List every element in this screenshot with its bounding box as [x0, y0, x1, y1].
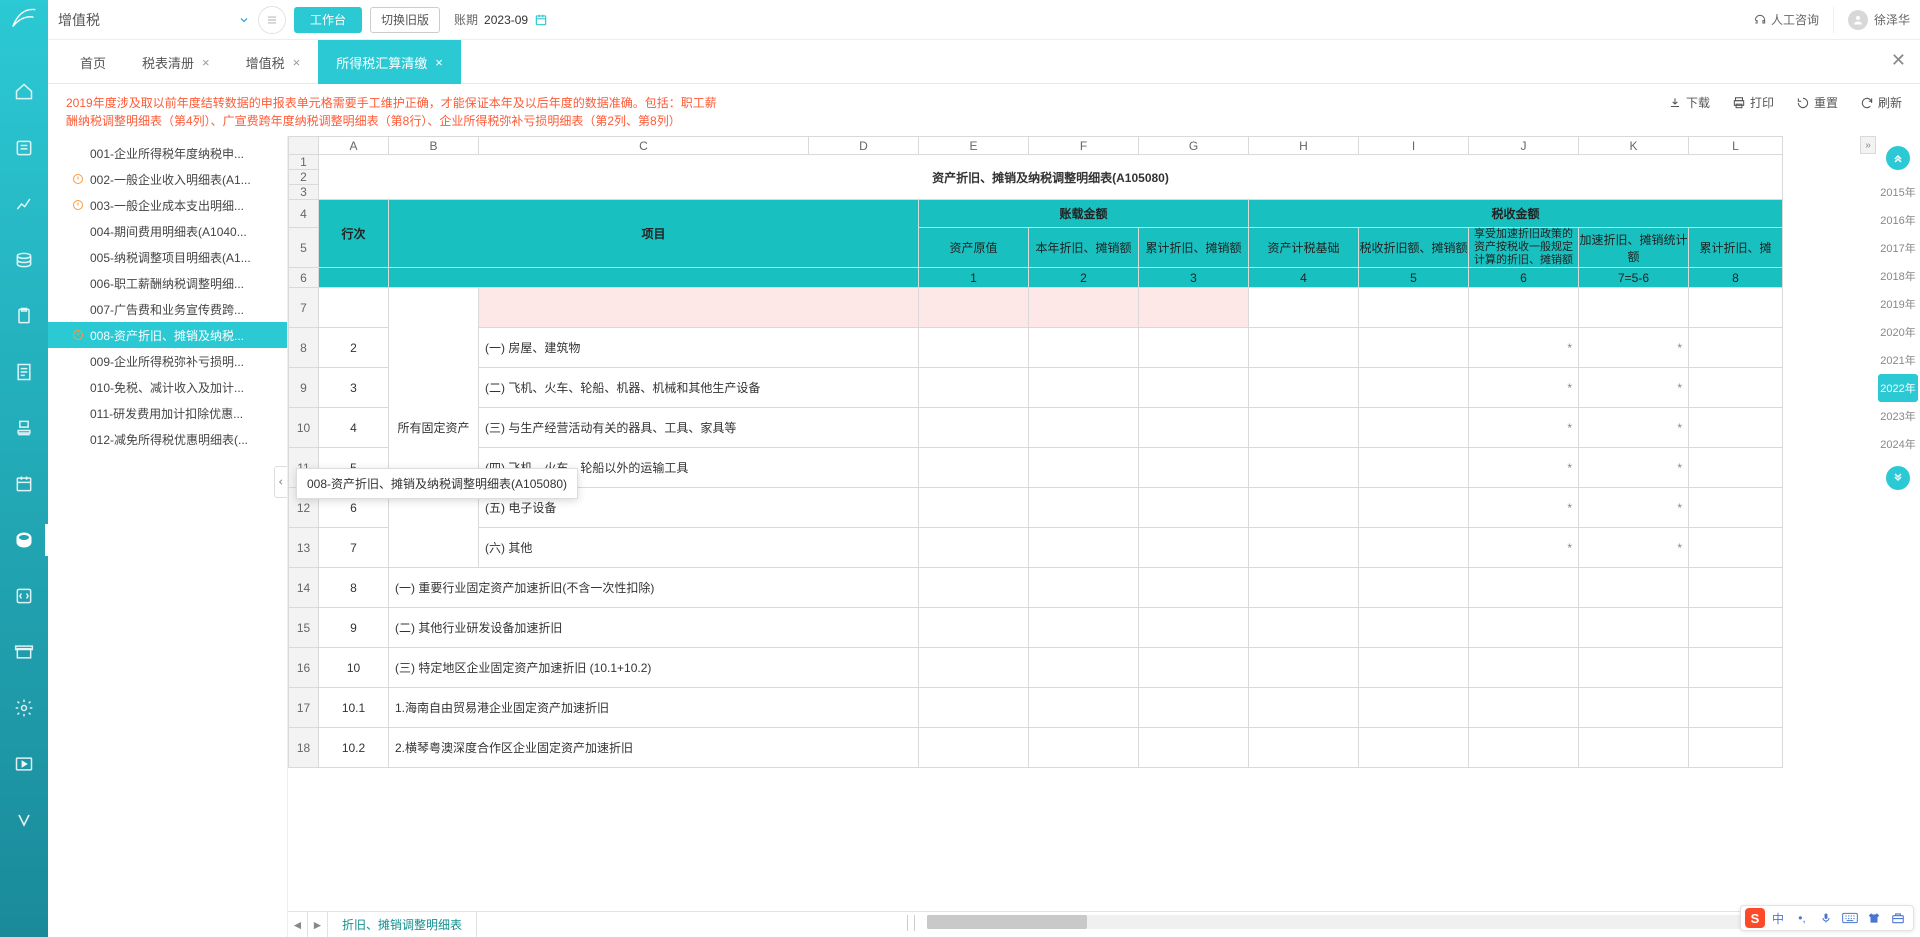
report-tree-item[interactable]: 009-企业所得税弥补亏损明...: [48, 348, 287, 374]
sheet-expand-icon[interactable]: »: [1860, 136, 1876, 154]
close-icon[interactable]: ×: [293, 55, 301, 70]
report-tree-item[interactable]: 012-减免所得税优惠明细表(...: [48, 426, 287, 452]
nav-archive-icon[interactable]: [14, 642, 34, 662]
report-tree-item[interactable]: 005-纳税调整项目明细表(A1...: [48, 244, 287, 270]
years-up-icon[interactable]: [1886, 146, 1910, 170]
page-tab[interactable]: 所得税汇算清缴×: [318, 40, 461, 84]
main-area: 增值税 工作台 切换旧版 账期 2023-09 人工咨询 徐泽华 首页税表清册×…: [48, 0, 1920, 937]
content-body: 001-企业所得税年度纳税申...002-一般企业收入明细表(A1...003-…: [48, 136, 1920, 937]
ime-toolbar[interactable]: S 中 •,: [1740, 905, 1914, 931]
left-nav-rail: [0, 0, 48, 937]
report-tree-item[interactable]: 006-职工薪酬纳税调整明细...: [48, 270, 287, 296]
nav-stamp-icon[interactable]: [14, 418, 34, 438]
ime-voice-icon[interactable]: [1815, 908, 1837, 928]
workspace-button[interactable]: 工作台: [294, 7, 362, 33]
report-tree-item[interactable]: 002-一般企业收入明细表(A1...: [48, 166, 287, 192]
report-tree-item[interactable]: 008-资产折旧、摊销及纳税...: [48, 322, 287, 348]
user-name: 徐泽华: [1874, 11, 1910, 28]
reset-button[interactable]: 重置: [1796, 94, 1838, 111]
consult-button[interactable]: 人工咨询: [1753, 11, 1819, 28]
close-icon[interactable]: ×: [202, 55, 210, 70]
close-all-icon[interactable]: ✕: [1891, 50, 1906, 71]
chevron-down-icon: [238, 14, 250, 26]
report-tree-item[interactable]: 004-期间费用明细表(A1040...: [48, 218, 287, 244]
report-tree-item[interactable]: 003-一般企业成本支出明细...: [48, 192, 287, 218]
report-tree-item[interactable]: 001-企业所得税年度纳税申...: [48, 140, 287, 166]
report-tree: 001-企业所得税年度纳税申...002-一般企业收入明细表(A1...003-…: [48, 136, 288, 937]
tree-item-tooltip: 008-资产折旧、摊销及纳税调整明细表(A105080): [296, 468, 578, 499]
ime-skin-icon[interactable]: [1863, 908, 1885, 928]
sheet-tabs-bar: ◄ ► 折旧、摊销调整明细表: [288, 911, 1876, 937]
nav-home-icon[interactable]: [14, 82, 34, 102]
spreadsheet-area: » ABCDEFGHIJKL1资产折旧、摊销及纳税调整明细表(A105080)2…: [288, 136, 1876, 937]
year-item[interactable]: 2015年: [1878, 178, 1918, 206]
year-item[interactable]: 2023年: [1878, 402, 1918, 430]
switch-old-button[interactable]: 切换旧版: [370, 7, 440, 33]
refresh-button[interactable]: 刷新: [1860, 94, 1902, 111]
year-item[interactable]: 2016年: [1878, 206, 1918, 234]
scroll-thumb[interactable]: [927, 915, 1087, 929]
year-item[interactable]: 2022年: [1878, 374, 1918, 402]
year-item[interactable]: 2021年: [1878, 346, 1918, 374]
sheet-tab-prev-icon[interactable]: ◄: [288, 912, 308, 937]
avatar-icon: [1848, 10, 1868, 30]
nav-clipboard-icon[interactable]: [14, 306, 34, 326]
years-down-icon[interactable]: [1886, 466, 1910, 490]
calendar-icon[interactable]: [534, 13, 548, 27]
ime-punct-icon[interactable]: •,: [1791, 908, 1813, 928]
horizontal-scrollbar[interactable]: [927, 915, 1872, 929]
nav-settings-icon[interactable]: [14, 698, 34, 718]
module-name: 增值税: [58, 10, 100, 30]
year-item[interactable]: 2020年: [1878, 318, 1918, 346]
year-item[interactable]: 2017年: [1878, 234, 1918, 262]
module-selector[interactable]: 增值税: [58, 10, 258, 30]
sheet-tab-active[interactable]: 折旧、摊销调整明细表: [328, 912, 477, 937]
nav-transfer-icon[interactable]: [14, 586, 34, 606]
nav-ledger-icon[interactable]: [14, 138, 34, 158]
close-icon[interactable]: ×: [435, 55, 443, 70]
ime-logo-icon[interactable]: S: [1745, 908, 1765, 928]
tree-collapse-button[interactable]: [274, 466, 288, 498]
year-item[interactable]: 2019年: [1878, 290, 1918, 318]
toolbar-actions: 下载 打印 重置 刷新: [1668, 94, 1902, 111]
nav-video-icon[interactable]: [14, 754, 34, 774]
page-tabs: 首页税表清册×增值税×所得税汇算清缴× ✕: [48, 40, 1920, 84]
spreadsheet[interactable]: » ABCDEFGHIJKL1资产折旧、摊销及纳税调整明细表(A105080)2…: [288, 136, 1876, 911]
sheet-tab-next-icon[interactable]: ►: [308, 912, 328, 937]
print-button[interactable]: 打印: [1732, 94, 1774, 111]
nav-tax-icon[interactable]: [14, 530, 34, 550]
year-item[interactable]: 2024年: [1878, 430, 1918, 458]
nav-report-icon[interactable]: [14, 362, 34, 382]
page-tab[interactable]: 首页: [62, 40, 124, 84]
nav-calendar-icon[interactable]: [14, 474, 34, 494]
page-tab[interactable]: 税表清册×: [124, 40, 228, 84]
download-button[interactable]: 下载: [1668, 94, 1710, 111]
ime-keyboard-icon[interactable]: [1839, 908, 1861, 928]
report-tree-item[interactable]: 010-免税、减计收入及加计...: [48, 374, 287, 400]
year-sidebar: 2015年2016年2017年2018年2019年2020年2021年2022年…: [1876, 136, 1920, 937]
app-root: 增值税 工作台 切换旧版 账期 2023-09 人工咨询 徐泽华 首页税表清册×…: [0, 0, 1920, 937]
nav-funds-icon[interactable]: [14, 250, 34, 270]
warning-notice: 2019年度涉及取以前年度结转数据的申报表单元格需要手工维护正确，才能保证本年及…: [66, 94, 726, 130]
year-item[interactable]: 2018年: [1878, 262, 1918, 290]
notice-row: 2019年度涉及取以前年度结转数据的申报表单元格需要手工维护正确，才能保证本年及…: [48, 84, 1920, 136]
list-toggle-button[interactable]: [258, 6, 286, 34]
user-menu[interactable]: 徐泽华: [1833, 7, 1910, 33]
page-tab[interactable]: 增值税×: [228, 40, 319, 84]
period-value[interactable]: 2023-09: [484, 13, 528, 27]
report-tree-item[interactable]: 011-研发费用加计扣除优惠...: [48, 400, 287, 426]
top-bar: 增值税 工作台 切换旧版 账期 2023-09 人工咨询 徐泽华: [48, 0, 1920, 40]
sheet-split-handle[interactable]: [907, 915, 915, 931]
nav-chart-icon[interactable]: [14, 194, 34, 214]
ime-toolbox-icon[interactable]: [1887, 908, 1909, 928]
ime-lang[interactable]: 中: [1767, 908, 1789, 928]
app-logo-icon: [9, 4, 39, 34]
report-tree-item[interactable]: 007-广告费和业务宣传费跨...: [48, 296, 287, 322]
period-label: 账期: [454, 11, 478, 28]
nav-v-icon[interactable]: [14, 810, 34, 830]
